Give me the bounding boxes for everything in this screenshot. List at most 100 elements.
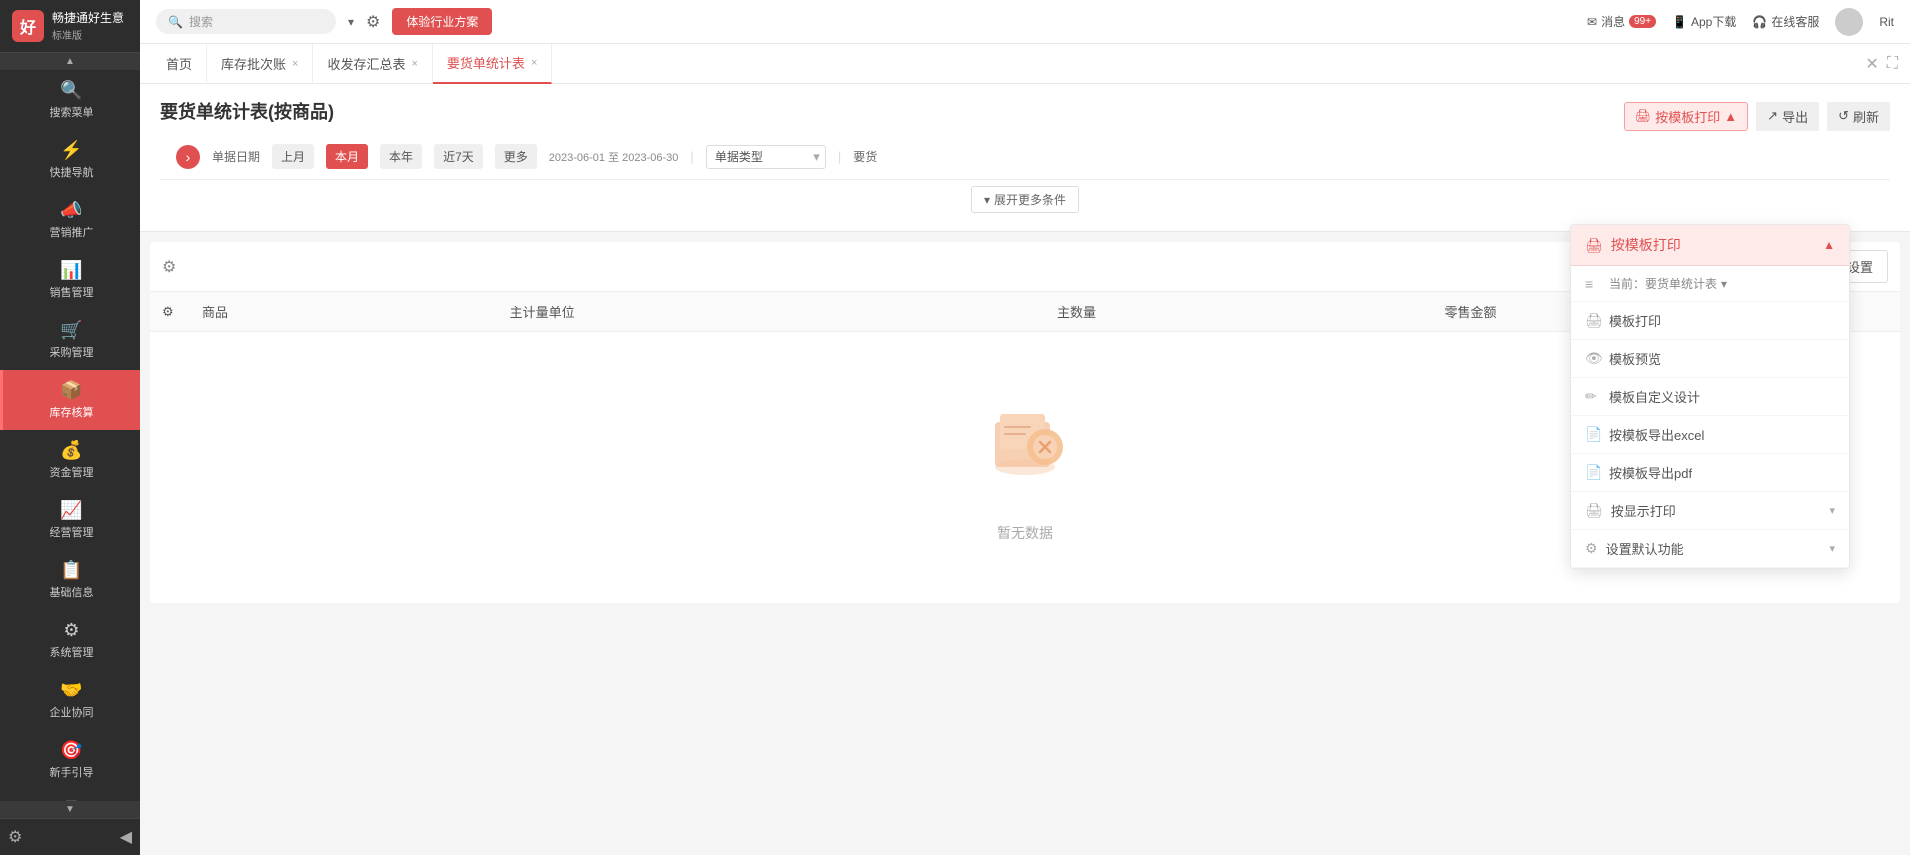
- filter-bar: › 单据日期 上月 本月 本年 近7天 更多 2023-06-01 至 2023…: [160, 134, 1890, 180]
- app-download-icon: 📱: [1672, 15, 1687, 29]
- template-design-label: 模板自定义设计: [1609, 387, 1700, 406]
- window-expand-btn[interactable]: ⛶: [1887, 55, 1898, 73]
- date-btn-this-month[interactable]: 本月: [326, 144, 368, 169]
- sidebar-item-business[interactable]: 📈 经营管理: [0, 490, 140, 550]
- message-badge: 99+: [1629, 15, 1656, 28]
- expand-label: 展开更多条件: [994, 191, 1066, 208]
- tabs-bar: 首页 库存批次账 × 收发存汇总表 × 要货单统计表 × ✕ ⛶: [140, 44, 1910, 84]
- basic-icon: 📋: [60, 560, 82, 581]
- tab-batch-close[interactable]: ×: [292, 58, 298, 70]
- date-btn-last-month[interactable]: 上月: [272, 144, 314, 169]
- template-preview-item[interactable]: 👁 模板预览: [1571, 340, 1849, 378]
- sidebar-item-marketing[interactable]: 📣 营销推广: [0, 190, 140, 250]
- app-logo-icon: 好: [12, 10, 44, 42]
- display-print-section[interactable]: 🖨 按显示打印 ▾: [1571, 492, 1849, 530]
- filter-expand-btn[interactable]: ›: [176, 145, 200, 169]
- search-bar[interactable]: 🔍 搜索: [156, 9, 336, 34]
- tab-collection-close[interactable]: ×: [411, 58, 417, 70]
- template-list-icon: ≡: [1585, 276, 1601, 292]
- sidebar-item-label: 新手引导: [50, 764, 94, 780]
- template-design-item[interactable]: ✏ 模板自定义设计: [1571, 378, 1849, 416]
- sidebar-item-label: 系统管理: [50, 644, 94, 660]
- refresh-label: 刷新: [1853, 107, 1879, 126]
- tabs-window-controls: ✕ ⛶: [1865, 54, 1898, 74]
- sidebar-item-label: 库存核算: [50, 404, 94, 420]
- industry-btn[interactable]: 体验行业方案: [392, 8, 492, 35]
- print-template-btn[interactable]: 🖨 按模板打印 ▲: [1624, 102, 1748, 131]
- app-logo: 好 畅捷通好生意 标准版: [0, 0, 140, 53]
- date-btn-this-year[interactable]: 本年: [380, 144, 422, 169]
- sidebar-item-sales[interactable]: 📊 销售管理: [0, 250, 140, 310]
- sidebar-item-label: 资金管理: [50, 464, 94, 480]
- date-btn-more[interactable]: 更多: [495, 144, 537, 169]
- sidebar-item-finance[interactable]: 💰 资金管理: [0, 430, 140, 490]
- tab-batch[interactable]: 库存批次账 ×: [207, 44, 313, 84]
- tab-order-stats-label: 要货单统计表: [447, 53, 525, 72]
- tab-order-stats-close[interactable]: ×: [531, 57, 537, 69]
- sidebar-nav: 🔍 搜索菜单 ⚡ 快捷导航 📣 营销推广 📊 销售管理 🛒 采购管理 📦 库存核…: [0, 70, 140, 801]
- sidebar-item-purchase[interactable]: 🛒 采购管理: [0, 310, 140, 370]
- print-arrow-up-icon: ▲: [1724, 109, 1737, 124]
- sidebar-item-search[interactable]: 🔍 搜索菜单: [0, 70, 140, 130]
- refresh-btn[interactable]: ↺ 刷新: [1827, 102, 1890, 131]
- sidebar: 好 畅捷通好生意 标准版 ▲ 🔍 搜索菜单 ⚡ 快捷导航 📣 营销推广 📊 销售…: [0, 0, 140, 855]
- print-dropdown-close-arrow[interactable]: ▲: [1823, 238, 1835, 252]
- guide-icon: 🎯: [60, 740, 82, 761]
- sidebar-item-basic[interactable]: 📋 基础信息: [0, 550, 140, 610]
- display-print-icon: 🖨: [1585, 502, 1603, 519]
- template-export-excel-item[interactable]: 📄 按模板导出excel: [1571, 416, 1849, 454]
- message-btn[interactable]: ✉ 消息 99+: [1587, 13, 1656, 30]
- tab-collection[interactable]: 收发存汇总表 ×: [313, 44, 432, 84]
- sidebar-item-label: 营销推广: [50, 224, 94, 240]
- sidebar-item-label: 经营管理: [50, 524, 94, 540]
- topbar: 🔍 搜索 ▾ ⚙ 体验行业方案 ✉ 消息 99+ 📱 App下载 🎧 在线客服 …: [140, 0, 1910, 44]
- th-quantity: 主数量: [1045, 292, 1433, 332]
- expand-bar: ▾ 展开更多条件: [160, 180, 1890, 219]
- template-print-item[interactable]: 🖨 模板打印: [1571, 302, 1849, 340]
- order-type-select[interactable]: 单据类型: [706, 145, 826, 169]
- sidebar-item-collab[interactable]: 🤝 企业协同: [0, 670, 140, 730]
- sidebar-item-appstore[interactable]: 📱 应用中心: [0, 790, 140, 801]
- template-export-pdf-item[interactable]: 📄 按模板导出pdf: [1571, 454, 1849, 492]
- topbar-gear-icon[interactable]: ⚙: [366, 12, 380, 32]
- sidebar-item-inventory[interactable]: 📦 库存核算: [0, 370, 140, 430]
- tab-home[interactable]: 首页: [152, 44, 207, 84]
- sidebar-scroll-up[interactable]: ▲: [0, 53, 140, 70]
- export-pdf-icon: 📄: [1585, 464, 1601, 481]
- expand-icon: ▾: [984, 193, 990, 207]
- default-function-arrow: ▾: [1829, 542, 1835, 555]
- tab-order-stats[interactable]: 要货单统计表 ×: [433, 44, 552, 84]
- app-name-block: 畅捷通好生意 标准版: [52, 10, 124, 42]
- template-print-icon: 🖨: [1585, 312, 1601, 329]
- avatar[interactable]: [1835, 8, 1863, 36]
- settings-bottom-btn[interactable]: ⚙: [8, 827, 22, 847]
- order-goods-label: 要货: [853, 148, 877, 165]
- export-btn[interactable]: ↗ 导出: [1756, 102, 1819, 131]
- window-close-btn[interactable]: ✕: [1865, 54, 1878, 74]
- date-filter-label: 单据日期: [212, 148, 260, 165]
- online-service-btn[interactable]: 🎧 在线客服: [1752, 13, 1819, 30]
- search-placeholder: 搜索: [189, 13, 213, 30]
- sidebar-item-shortcut[interactable]: ⚡ 快捷导航: [0, 130, 140, 190]
- sidebar-scroll-down[interactable]: ▼: [0, 801, 140, 818]
- gear-icon[interactable]: ⚙: [162, 304, 174, 319]
- table-settings-icon[interactable]: ⚙: [162, 257, 176, 277]
- system-icon: ⚙: [63, 620, 79, 641]
- topbar-dropdown-icon[interactable]: ▾: [348, 15, 354, 29]
- search-icon: 🔍: [168, 15, 183, 29]
- inventory-icon: 📦: [60, 380, 82, 401]
- sidebar-item-guide[interactable]: 🎯 新手引导: [0, 730, 140, 790]
- action-bar: 🖨 按模板打印 ▲ ↗ 导出 ↺ 刷新: [1624, 102, 1890, 131]
- tab-batch-label: 库存批次账: [221, 54, 286, 73]
- app-download-btn[interactable]: 📱 App下载: [1672, 13, 1736, 30]
- sidebar-item-system[interactable]: ⚙ 系统管理: [0, 610, 140, 670]
- default-function-section[interactable]: ⚙ 设置默认功能 ▾: [1571, 530, 1849, 568]
- date-btn-7days[interactable]: 近7天: [434, 144, 483, 169]
- collapse-btn[interactable]: ◀: [120, 827, 132, 847]
- search-icon: 🔍: [60, 80, 82, 101]
- print-label: 按模板打印: [1655, 107, 1720, 126]
- order-type-select-wrap: 单据类型: [706, 145, 826, 169]
- current-template-item[interactable]: ≡ 当前：要货单统计表 ▾: [1571, 266, 1849, 302]
- display-print-arrow: ▾: [1829, 504, 1835, 517]
- expand-conditions-btn[interactable]: ▾ 展开更多条件: [971, 186, 1079, 213]
